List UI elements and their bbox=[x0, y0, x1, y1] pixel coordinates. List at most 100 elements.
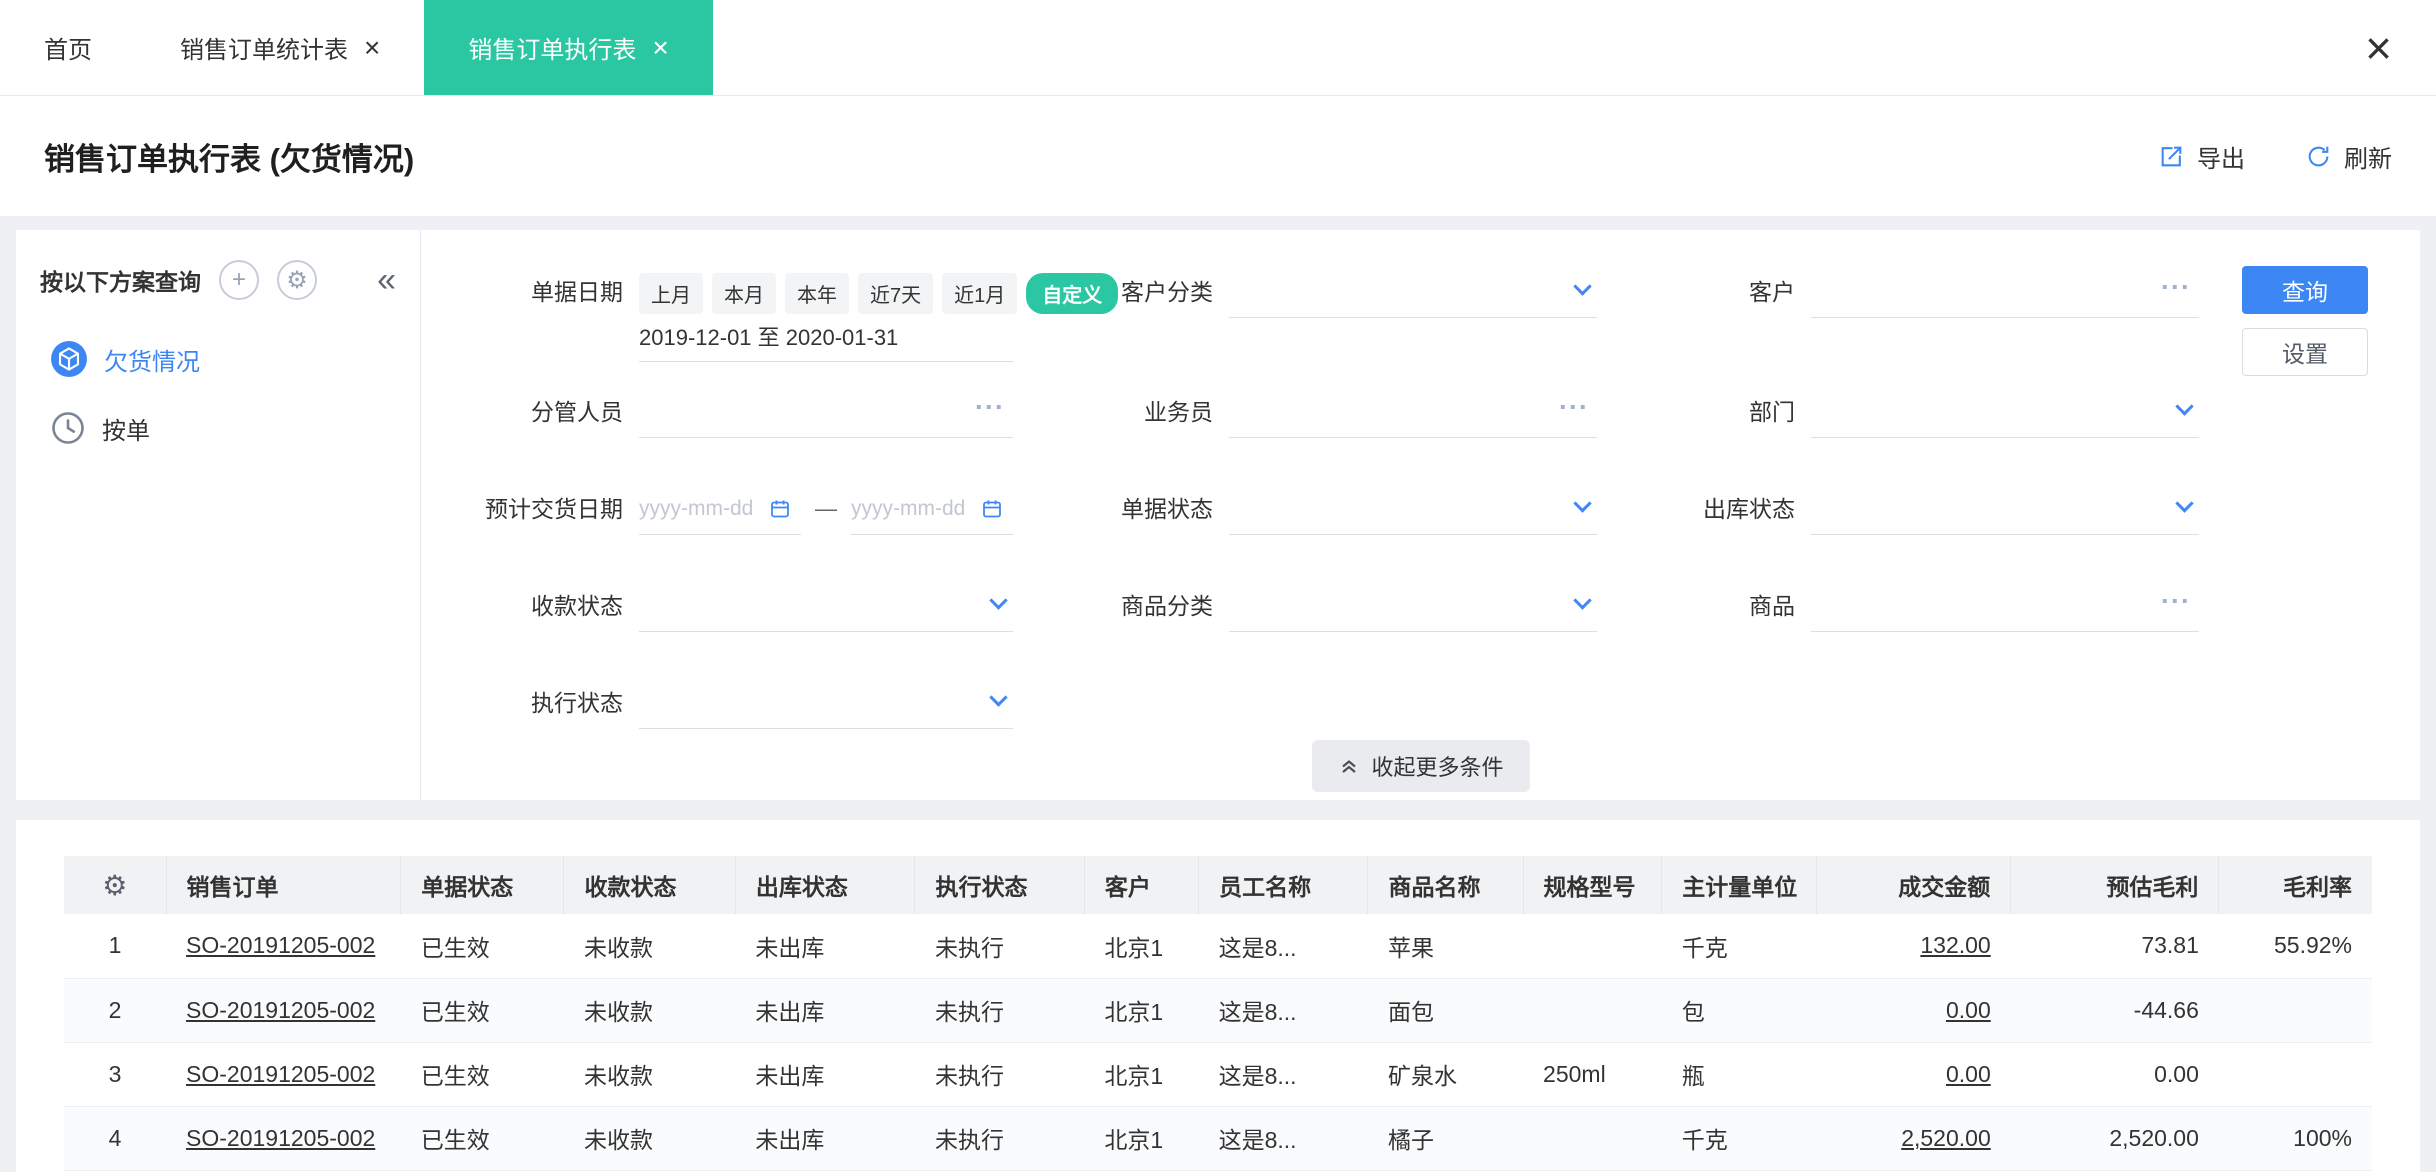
cell-customer: 北京1 bbox=[1084, 1042, 1199, 1107]
filter-select-outbound-status[interactable] bbox=[1811, 483, 2199, 535]
table-panel: ⚙ 销售订单 单据状态 收款状态 出库状态 执行状态 客户 员工名称 商品名称 规格型号 主计量单位… bbox=[16, 820, 2420, 1172]
chevron-down-icon bbox=[1573, 277, 1592, 296]
tab-close-icon[interactable]: × bbox=[364, 33, 380, 62]
date-preset-button-1[interactable]: 本月 bbox=[712, 273, 776, 314]
scheme-label: 按单 bbox=[102, 417, 150, 445]
date-range-field: — bbox=[639, 483, 1013, 535]
tab-0[interactable]: 首页 bbox=[0, 0, 136, 95]
filter-rows: 单据日期 上月 本月 本年 近7天 近1月 自定义 2019-12-01 至 2020-01-… bbox=[477, 266, 2420, 729]
date-preset-button-3[interactable]: 近7天 bbox=[858, 273, 934, 314]
order-link[interactable]: SO-20191205-002 bbox=[186, 932, 375, 958]
filter-select-product-category[interactable] bbox=[1229, 580, 1597, 632]
filter-select-execution-status[interactable] bbox=[639, 677, 1013, 729]
cell-doc_status: 已生效 bbox=[400, 1042, 564, 1107]
cell-rownum: 3 bbox=[64, 1042, 167, 1107]
export-button[interactable]: 导出 bbox=[2158, 139, 2245, 174]
cell-amount: 0.00 bbox=[1816, 1042, 2011, 1107]
table-row-0: 1 SO-20191205-002 已生效 未收款 未出库 未执行 北京1 这是8... 苹果 千… bbox=[64, 914, 2372, 979]
cell-unit: 千克 bbox=[1661, 914, 1817, 979]
tab-1[interactable]: 销售订单统计表 × bbox=[136, 0, 424, 95]
filter-select-department[interactable] bbox=[1811, 386, 2199, 438]
filter-row-4: 执行状态 bbox=[477, 677, 2420, 729]
order-link[interactable]: SO-20191205-002 bbox=[186, 1125, 375, 1151]
filter-picker-product[interactable]: ··· bbox=[1811, 580, 2199, 632]
header-actions: 导出 刷新 bbox=[2158, 139, 2392, 174]
col-header-product: 商品名称 bbox=[1367, 856, 1524, 914]
filter-row-2: 预计交货日期 — 单据状态 出库状态 bbox=[477, 483, 2420, 535]
filter-label-execution-status: 执行状态 bbox=[531, 690, 623, 716]
order-link[interactable]: SO-20191205-002 bbox=[186, 997, 375, 1023]
page-header: 销售订单执行表 (欠货情况) 导出 刷新 bbox=[0, 96, 2436, 216]
date-separator: — bbox=[815, 496, 837, 521]
date-input-start-field[interactable] bbox=[639, 496, 767, 521]
filter-label-outbound-status: 出库状态 bbox=[1703, 496, 1795, 522]
cell-doc_status: 已生效 bbox=[400, 1106, 564, 1171]
scheme-item-0[interactable]: 欠货情况 bbox=[40, 328, 396, 390]
chevron-down-icon bbox=[1573, 494, 1592, 513]
filter-row-1: 分管人员 ··· 业务员 ··· 部门 bbox=[477, 386, 2420, 438]
export-label: 导出 bbox=[2197, 145, 2245, 173]
date-input-end-field[interactable] bbox=[851, 496, 979, 521]
filter-picker-customer[interactable]: ··· bbox=[1811, 266, 2199, 318]
filter-label-department: 部门 bbox=[1749, 399, 1795, 425]
refresh-button[interactable]: 刷新 bbox=[2305, 139, 2392, 174]
filter-field-doc-date: 单据日期 上月 本月 本年 近7天 近1月 自定义 2019-12-01 至 2020-01-… bbox=[477, 266, 1119, 362]
filter-label-customer: 客户 bbox=[1749, 279, 1795, 305]
amount-link[interactable]: 0.00 bbox=[1946, 997, 1991, 1023]
date-preset-button-0[interactable]: 上月 bbox=[639, 273, 703, 314]
order-link[interactable]: SO-20191205-002 bbox=[186, 1061, 375, 1087]
tab-2[interactable]: 销售订单执行表 × bbox=[424, 0, 713, 95]
filter-select-doc-status[interactable] bbox=[1229, 483, 1597, 535]
tab-close-icon[interactable]: × bbox=[652, 33, 668, 62]
cell-profit: 73.81 bbox=[2010, 914, 2219, 979]
amount-link[interactable]: 132.00 bbox=[1920, 932, 1990, 958]
ellipsis-icon: ··· bbox=[2161, 586, 2191, 616]
date-preset-button-2[interactable]: 本年 bbox=[785, 273, 849, 314]
col-header-order: 销售订单 bbox=[166, 856, 402, 914]
scheme-label: 欠货情况 bbox=[104, 348, 200, 376]
filter-row-3: 收款状态 商品分类 商品 ··· bbox=[477, 580, 2420, 632]
add-scheme-button[interactable]: + bbox=[219, 260, 259, 300]
filter-label-doc-date: 单据日期 bbox=[531, 279, 623, 305]
amount-link[interactable]: 0.00 bbox=[1946, 1061, 1991, 1087]
scheme-settings-button[interactable]: ⚙ bbox=[277, 260, 317, 300]
close-all-icon[interactable]: × bbox=[2321, 0, 2436, 95]
ellipsis-icon: ··· bbox=[1559, 392, 1589, 422]
collapse-sidebar-icon[interactable]: « bbox=[377, 263, 396, 297]
date-input-end[interactable] bbox=[851, 483, 1013, 535]
cell-amount: 2,520.00 bbox=[1816, 1106, 2011, 1171]
col-header-exec_status: 执行状态 bbox=[914, 856, 1085, 914]
collapse-more-button[interactable]: 收起更多条件 bbox=[1311, 740, 1530, 792]
cell-order: SO-20191205-002 bbox=[166, 914, 401, 979]
chevron-up-icon bbox=[1337, 755, 1359, 777]
col-header-margin: 毛利率 bbox=[2218, 856, 2372, 914]
cell-out_status: 未出库 bbox=[735, 1106, 915, 1171]
query-button[interactable]: 查询 bbox=[2242, 266, 2368, 314]
filter-picker-manager[interactable]: ··· bbox=[639, 386, 1013, 438]
filter-field-expected-delivery-date: 预计交货日期 — bbox=[477, 483, 1013, 535]
cell-employee: 这是8... bbox=[1198, 1106, 1368, 1171]
col-header-pay_status: 收款状态 bbox=[563, 856, 736, 914]
gear-icon[interactable]: ⚙ bbox=[102, 870, 127, 901]
calendar-icon bbox=[769, 498, 791, 520]
amount-link[interactable]: 2,520.00 bbox=[1901, 1125, 1991, 1151]
sidebar-title: 按以下方案查询 bbox=[40, 269, 201, 295]
filter-label-manager: 分管人员 bbox=[531, 399, 623, 425]
cell-customer: 北京1 bbox=[1084, 1106, 1199, 1171]
filter-select-customer-category[interactable] bbox=[1229, 266, 1597, 318]
cell-unit: 千克 bbox=[1661, 1106, 1817, 1171]
cell-out_status: 未出库 bbox=[735, 914, 915, 979]
filter-actions: 查询 设置 bbox=[2242, 266, 2368, 376]
ellipsis-icon: ··· bbox=[975, 392, 1005, 422]
date-preset-button-4[interactable]: 近1月 bbox=[942, 273, 1018, 314]
scheme-item-1[interactable]: 按单 bbox=[40, 398, 396, 458]
filter-label-product: 商品 bbox=[1749, 593, 1795, 619]
tab-label: 销售订单统计表 bbox=[180, 37, 348, 64]
cell-spec bbox=[1523, 914, 1662, 979]
settings-button[interactable]: 设置 bbox=[2242, 328, 2368, 376]
filter-picker-salesperson[interactable]: ··· bbox=[1229, 386, 1597, 438]
filter-select-payment-status[interactable] bbox=[639, 580, 1013, 632]
scheme-sidebar: 按以下方案查询 + ⚙ « 欠货情况按单 bbox=[16, 230, 421, 800]
app-root: 首页 销售订单统计表 × 销售订单执行表 × × 销售订单执行表 (欠货情况) 导出 刷… bbox=[0, 0, 2436, 1172]
date-input-start[interactable] bbox=[639, 483, 801, 535]
